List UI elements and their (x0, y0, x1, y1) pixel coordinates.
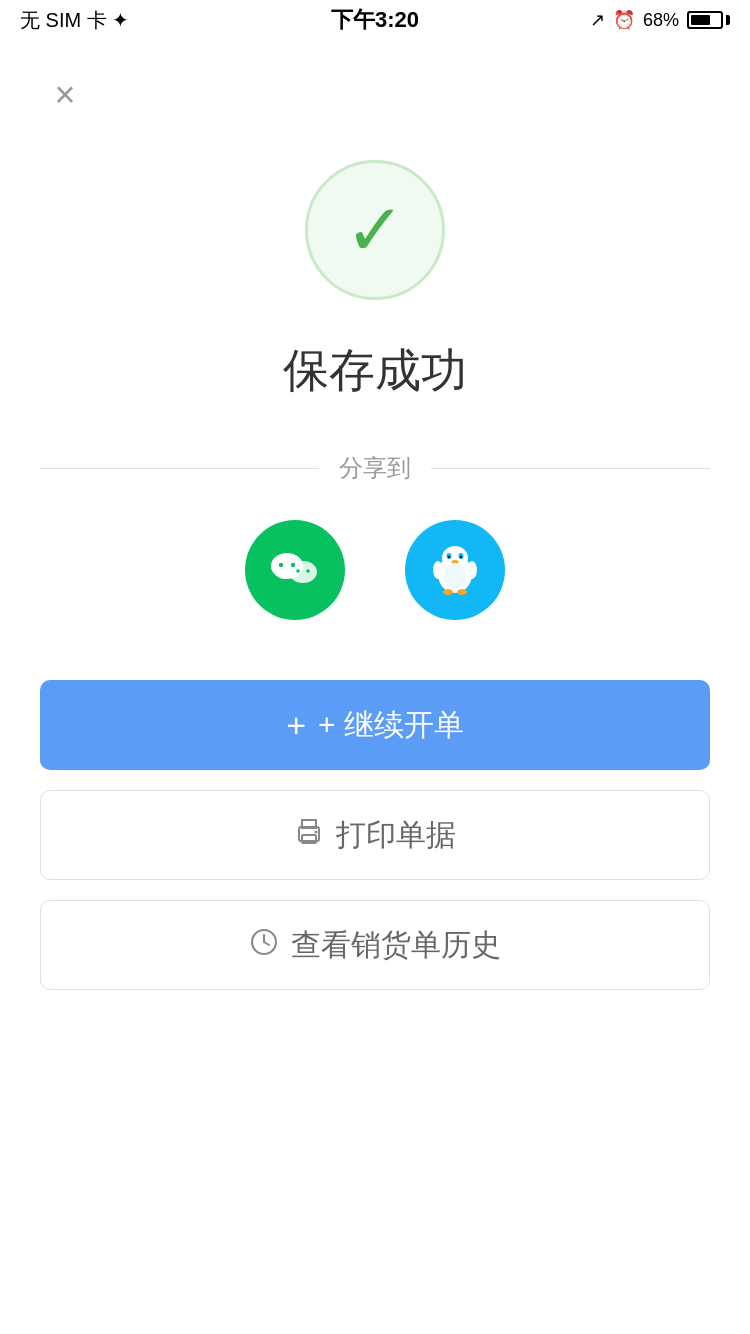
close-button[interactable]: × (40, 70, 90, 120)
print-label: 打印单据 (336, 815, 456, 856)
divider-left (40, 468, 319, 469)
continue-order-label: + 继续开单 (318, 705, 464, 746)
wechat-icon (265, 540, 325, 600)
qq-icon (425, 540, 485, 600)
history-label: 查看销货单历史 (291, 925, 501, 966)
action-buttons: + + 继续开单 打印单据 (40, 680, 710, 990)
svg-point-17 (433, 561, 443, 579)
history-button[interactable]: 查看销货单历史 (40, 900, 710, 990)
svg-line-25 (264, 942, 269, 945)
svg-point-4 (296, 569, 300, 573)
close-icon: × (54, 77, 75, 113)
share-divider-row: 分享到 (40, 452, 710, 484)
wechat-share-button[interactable] (245, 520, 345, 620)
svg-point-2 (279, 563, 283, 567)
battery-label: 68% (643, 10, 679, 31)
svg-point-14 (444, 563, 466, 589)
battery-icon (687, 11, 730, 29)
svg-point-15 (443, 589, 453, 595)
status-right: ↗ ⏰ 68% (590, 9, 730, 31)
svg-point-3 (291, 563, 295, 567)
svg-point-5 (306, 569, 310, 573)
svg-point-12 (460, 556, 463, 559)
success-circle: ✓ (305, 160, 445, 300)
share-label: 分享到 (339, 452, 411, 484)
location-icon: ↗ (590, 9, 605, 31)
success-title: 保存成功 (283, 340, 467, 402)
page-content: × ✓ 保存成功 分享到 (0, 40, 750, 1334)
svg-point-16 (457, 589, 467, 595)
qq-share-button[interactable] (405, 520, 505, 620)
continue-order-button[interactable]: + + 继续开单 (40, 680, 710, 770)
share-icons-row (245, 520, 505, 620)
status-bar: 无 SIM 卡 ✦ 下午3:20 ↗ ⏰ 68% (0, 0, 750, 40)
svg-point-18 (467, 561, 477, 579)
svg-point-11 (448, 556, 451, 559)
sim-label: 无 SIM 卡 ✦ (20, 7, 129, 34)
alarm-icon: ⏰ (613, 9, 635, 31)
print-button[interactable]: 打印单据 (40, 790, 710, 880)
status-left: 无 SIM 卡 ✦ (20, 7, 129, 34)
checkmark-icon: ✓ (345, 194, 405, 266)
plus-icon: + (286, 706, 306, 745)
clock-icon (249, 927, 279, 964)
svg-point-22 (315, 830, 318, 833)
status-time: 下午3:20 (331, 5, 419, 35)
divider-right (431, 468, 710, 469)
printer-icon (294, 817, 324, 854)
